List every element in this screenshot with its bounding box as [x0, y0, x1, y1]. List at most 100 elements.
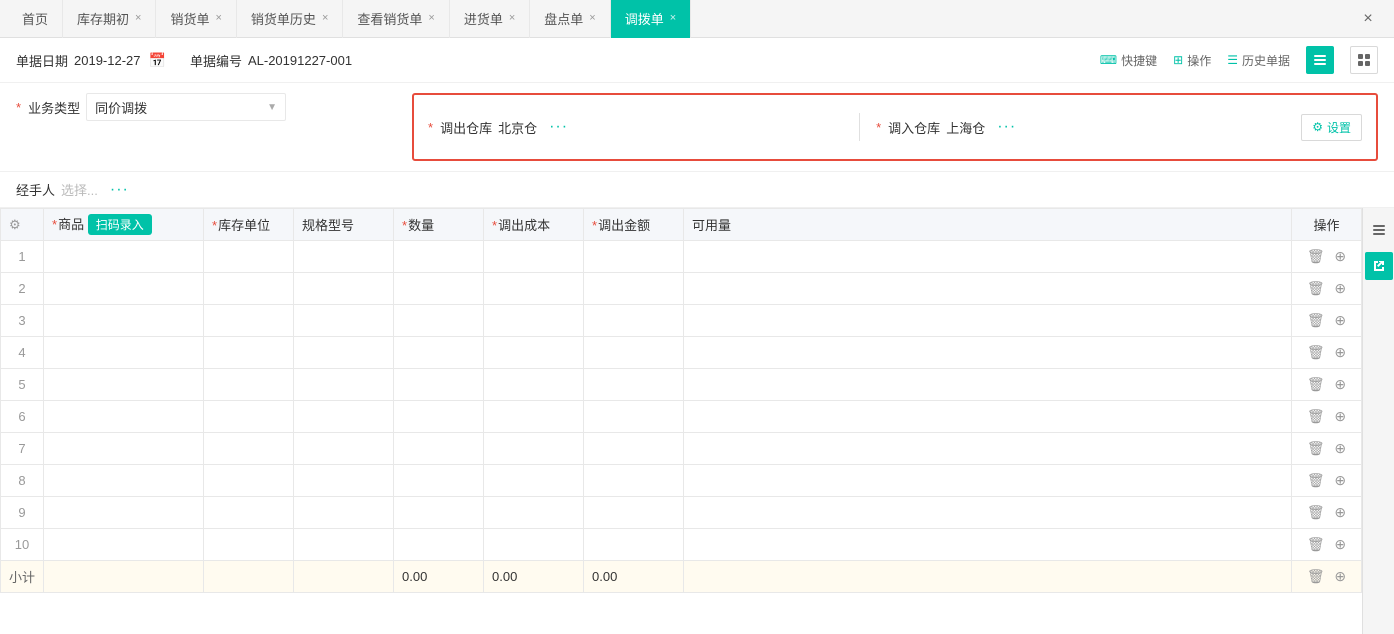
cell-spec-5[interactable]: [294, 369, 394, 401]
handler-select[interactable]: 选择...: [61, 180, 98, 199]
tab-sales-history[interactable]: 销货单历史 ×: [237, 0, 343, 38]
copy-icon-9[interactable]: ⊕: [1334, 504, 1346, 520]
cell-cost-4[interactable]: [484, 337, 584, 369]
delete-icon-2[interactable]: 🗑: [1307, 280, 1325, 296]
copy-icon-4[interactable]: ⊕: [1334, 344, 1346, 360]
cell-qty-6[interactable]: [394, 401, 484, 433]
cell-qty-3[interactable]: [394, 305, 484, 337]
window-close-button[interactable]: ×: [1350, 1, 1386, 37]
history-action[interactable]: ☰ 历史单据: [1227, 52, 1290, 69]
cell-product-9[interactable]: [44, 497, 204, 529]
cell-cost-2[interactable]: [484, 273, 584, 305]
cell-cost-3[interactable]: [484, 305, 584, 337]
sidebar-list-icon[interactable]: [1365, 216, 1393, 244]
delete-icon-8[interactable]: 🗑: [1307, 472, 1325, 488]
copy-icon-7[interactable]: ⊕: [1334, 440, 1346, 456]
tab-purchase[interactable]: 进货单 ×: [450, 0, 530, 38]
delete-icon-5[interactable]: 🗑: [1307, 376, 1325, 392]
settings-button[interactable]: ⚙ 设置: [1301, 114, 1362, 141]
business-type-select[interactable]: 同价调拨 ▼: [86, 93, 286, 121]
cell-cost-6[interactable]: [484, 401, 584, 433]
cell-product-5[interactable]: [44, 369, 204, 401]
tab-close-view-sales[interactable]: ×: [428, 13, 434, 24]
cell-spec-7[interactable]: [294, 433, 394, 465]
cell-unit-7[interactable]: [204, 433, 294, 465]
cell-amount-9[interactable]: [584, 497, 684, 529]
cell-cost-5[interactable]: [484, 369, 584, 401]
cell-amount-6[interactable]: [584, 401, 684, 433]
copy-icon-1[interactable]: ⊕: [1334, 248, 1346, 264]
copy-icon-3[interactable]: ⊕: [1334, 312, 1346, 328]
cell-amount-8[interactable]: [584, 465, 684, 497]
cell-unit-4[interactable]: [204, 337, 294, 369]
transfer-in-dots[interactable]: ···: [997, 118, 1016, 136]
copy-icon-sub[interactable]: ⊕: [1334, 568, 1346, 584]
cell-cost-7[interactable]: [484, 433, 584, 465]
cell-qty-5[interactable]: [394, 369, 484, 401]
tab-close-sales-history[interactable]: ×: [322, 13, 328, 24]
delete-icon-sub[interactable]: 🗑: [1307, 568, 1325, 584]
tab-close-transfer[interactable]: ×: [670, 13, 676, 24]
cell-cost-1[interactable]: [484, 241, 584, 273]
scan-button[interactable]: 扫码录入: [88, 214, 152, 235]
copy-icon-5[interactable]: ⊕: [1334, 376, 1346, 392]
tab-close-inventory-init[interactable]: ×: [135, 13, 141, 24]
grid-view-btn[interactable]: [1350, 46, 1378, 74]
cell-amount-7[interactable]: [584, 433, 684, 465]
cell-qty-7[interactable]: [394, 433, 484, 465]
cell-unit-5[interactable]: [204, 369, 294, 401]
cell-amount-10[interactable]: [584, 529, 684, 561]
calendar-icon[interactable]: 📅: [149, 52, 166, 69]
cell-amount-2[interactable]: [584, 273, 684, 305]
cell-cost-8[interactable]: [484, 465, 584, 497]
cell-qty-9[interactable]: [394, 497, 484, 529]
cell-qty-4[interactable]: [394, 337, 484, 369]
cell-qty-1[interactable]: [394, 241, 484, 273]
copy-icon-2[interactable]: ⊕: [1334, 280, 1346, 296]
cell-spec-1[interactable]: [294, 241, 394, 273]
cell-spec-2[interactable]: [294, 273, 394, 305]
cell-unit-2[interactable]: [204, 273, 294, 305]
cell-spec-10[interactable]: [294, 529, 394, 561]
delete-icon-1[interactable]: 🗑: [1307, 248, 1325, 264]
delete-icon-3[interactable]: 🗑: [1307, 312, 1325, 328]
cell-unit-3[interactable]: [204, 305, 294, 337]
cell-unit-1[interactable]: [204, 241, 294, 273]
cell-qty-10[interactable]: [394, 529, 484, 561]
list-view-btn[interactable]: [1306, 46, 1334, 74]
cell-qty-2[interactable]: [394, 273, 484, 305]
copy-icon-6[interactable]: ⊕: [1334, 408, 1346, 424]
cell-product-1[interactable]: [44, 241, 204, 273]
delete-icon-6[interactable]: 🗑: [1307, 408, 1325, 424]
delete-icon-9[interactable]: 🗑: [1307, 504, 1325, 520]
cell-product-10[interactable]: [44, 529, 204, 561]
transfer-out-dots[interactable]: ···: [549, 118, 568, 136]
cell-product-8[interactable]: [44, 465, 204, 497]
tab-close-stocktake[interactable]: ×: [589, 13, 595, 24]
delete-icon-10[interactable]: 🗑: [1307, 536, 1325, 552]
tab-stocktake[interactable]: 盘点单 ×: [530, 0, 610, 38]
cell-amount-3[interactable]: [584, 305, 684, 337]
delete-icon-7[interactable]: 🗑: [1307, 440, 1325, 456]
shortcut-action[interactable]: ⌨ 快捷键: [1100, 52, 1157, 69]
operation-action[interactable]: ⊞ 操作: [1173, 52, 1211, 69]
cell-product-7[interactable]: [44, 433, 204, 465]
cell-spec-4[interactable]: [294, 337, 394, 369]
tab-inventory-init[interactable]: 库存期初 ×: [63, 0, 156, 38]
tab-home[interactable]: 首页: [8, 0, 63, 38]
cell-spec-3[interactable]: [294, 305, 394, 337]
tab-sales-order[interactable]: 销货单 ×: [156, 0, 236, 38]
cell-spec-9[interactable]: [294, 497, 394, 529]
tab-transfer[interactable]: 调拨单 ×: [611, 0, 691, 38]
handler-dots[interactable]: ···: [110, 181, 129, 199]
cell-unit-9[interactable]: [204, 497, 294, 529]
cell-spec-6[interactable]: [294, 401, 394, 433]
tab-close-sales-order[interactable]: ×: [215, 13, 221, 24]
cell-unit-6[interactable]: [204, 401, 294, 433]
cell-amount-5[interactable]: [584, 369, 684, 401]
cell-product-3[interactable]: [44, 305, 204, 337]
table-settings-icon[interactable]: ⚙: [9, 217, 21, 232]
tab-view-sales[interactable]: 查看销货单 ×: [343, 0, 449, 38]
sidebar-export-icon[interactable]: [1365, 252, 1393, 280]
cell-unit-10[interactable]: [204, 529, 294, 561]
